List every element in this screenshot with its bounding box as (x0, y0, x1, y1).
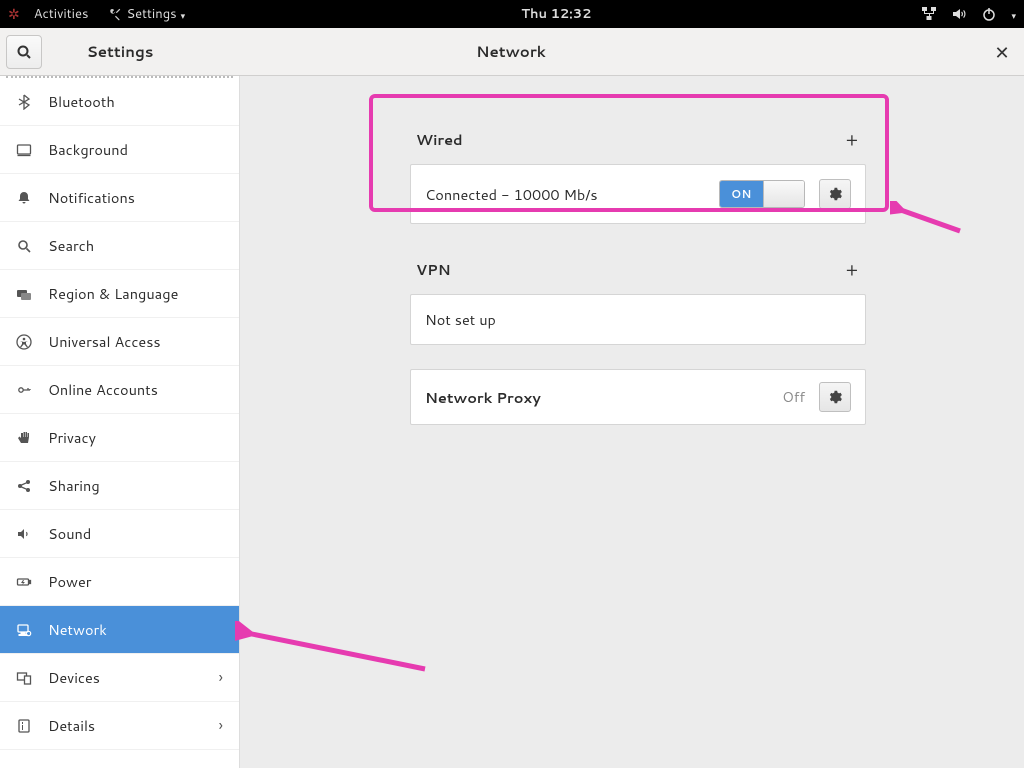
chevron-right-icon: › (219, 666, 223, 689)
cloud-key-icon (16, 382, 32, 398)
annotation-arrow-wired (890, 201, 970, 241)
sidebar-item-label: Sound (48, 523, 91, 544)
bell-icon (16, 190, 32, 206)
network-icon (16, 622, 32, 638)
sidebar-item-label: Notifications (48, 187, 135, 208)
page-title: Network (42, 41, 980, 62)
vpn-title: VPN (416, 259, 451, 280)
sidebar-item-label: Background (48, 139, 128, 160)
info-icon (16, 718, 32, 734)
vpn-row[interactable]: Not set up (410, 294, 866, 345)
hand-icon (16, 430, 32, 446)
vpn-status: Not set up (425, 309, 496, 330)
search-icon (16, 44, 32, 60)
chevron-down-icon: ▾ (181, 9, 186, 22)
sidebar-item-power[interactable]: Power (0, 558, 239, 606)
sidebar-item-online-accounts[interactable]: Online Accounts (0, 366, 239, 414)
search-icon (16, 238, 32, 254)
sidebar-item-label: Bluetooth (48, 91, 115, 112)
sidebar-item-sound[interactable]: Sound (0, 510, 239, 558)
sidebar-item-label: Region & Language (48, 283, 178, 304)
proxy-status: Off (782, 387, 805, 407)
sidebar-item-label: Universal Access (48, 331, 161, 352)
annotation-arrow-network (235, 621, 435, 681)
sidebar-item-network[interactable]: Network (0, 606, 239, 654)
wired-settings-button[interactable] (819, 179, 851, 209)
sidebar-item-label: Privacy (48, 427, 96, 448)
sidebar-title: Settings (87, 41, 154, 62)
sidebar-item-search[interactable]: Search (0, 222, 239, 270)
sidebar-item-label: Online Accounts (48, 379, 158, 400)
wired-toggle[interactable]: ON (719, 180, 805, 208)
switch-on-label: ON (720, 181, 763, 207)
close-icon: ✕ (994, 39, 1009, 65)
bluetooth-icon (16, 94, 32, 110)
distro-logo-icon: ✲ (8, 4, 20, 24)
system-status-area[interactable]: ▾ (921, 6, 1016, 22)
switch-knob (763, 181, 804, 207)
sidebar-item-devices[interactable]: Devices › (0, 654, 239, 702)
search-button[interactable] (6, 35, 42, 69)
window-headerbar: Settings Network ✕ (0, 28, 1024, 76)
chevron-down-icon: ▾ (1011, 9, 1016, 22)
gnome-top-bar: ✲ Activities Settings ▾ Thu 12:32 ▾ (0, 0, 1024, 28)
share-icon (16, 478, 32, 494)
wired-section-header: Wired + (410, 118, 866, 164)
globe-icon (16, 286, 32, 302)
volume-icon (16, 526, 32, 542)
activities-button[interactable]: Activities (28, 5, 95, 23)
network-panel: Wired + Connected - 10000 Mb/s ON (240, 76, 1024, 768)
sidebar-item-region[interactable]: Region & Language (0, 270, 239, 318)
sidebar-item-universal-access[interactable]: Universal Access (0, 318, 239, 366)
sidebar-item-label: Devices (48, 667, 100, 688)
sidebar-item-label: Network (48, 619, 107, 640)
gear-icon (828, 187, 842, 201)
volume-icon (951, 6, 967, 22)
sidebar-item-label: Search (48, 235, 94, 256)
app-menu-button[interactable]: Settings ▾ (102, 5, 191, 23)
gear-icon (828, 390, 842, 404)
settings-sidebar: Bluetooth Background Notifications Searc… (0, 76, 240, 768)
plus-icon: + (846, 126, 858, 152)
devices-icon (16, 670, 32, 686)
proxy-settings-button[interactable] (819, 382, 851, 412)
wired-connection-row: Connected - 10000 Mb/s ON (410, 164, 866, 224)
wired-title: Wired (416, 129, 463, 150)
sidebar-item-privacy[interactable]: Privacy (0, 414, 239, 462)
battery-icon (16, 574, 32, 590)
wired-status: Connected - 10000 Mb/s (425, 184, 598, 205)
sidebar-item-details[interactable]: Details › (0, 702, 239, 750)
background-icon (16, 142, 32, 158)
plus-icon: + (846, 256, 858, 282)
sidebar-item-bluetooth[interactable]: Bluetooth (0, 78, 239, 126)
proxy-title: Network Proxy (425, 387, 541, 408)
sidebar-item-label: Sharing (48, 475, 100, 496)
network-wired-icon (921, 6, 937, 22)
sidebar-item-sharing[interactable]: Sharing (0, 462, 239, 510)
app-menu-label: Settings (126, 5, 176, 23)
sidebar-item-notifications[interactable]: Notifications (0, 174, 239, 222)
sidebar-item-label: Details (48, 715, 95, 736)
add-vpn-button[interactable]: + (840, 254, 864, 284)
sidebar-item-background[interactable]: Background (0, 126, 239, 174)
clock[interactable]: Thu 12:32 (191, 5, 921, 23)
sidebar-item-label: Power (48, 571, 91, 592)
vpn-section-header: VPN + (410, 248, 866, 294)
close-button[interactable]: ✕ (980, 30, 1024, 74)
chevron-right-icon: › (219, 714, 223, 737)
power-icon (981, 6, 997, 22)
add-wired-button[interactable]: + (840, 124, 864, 154)
tools-icon (108, 7, 122, 21)
network-proxy-row: Network Proxy Off (410, 369, 866, 425)
accessibility-icon (16, 334, 32, 350)
